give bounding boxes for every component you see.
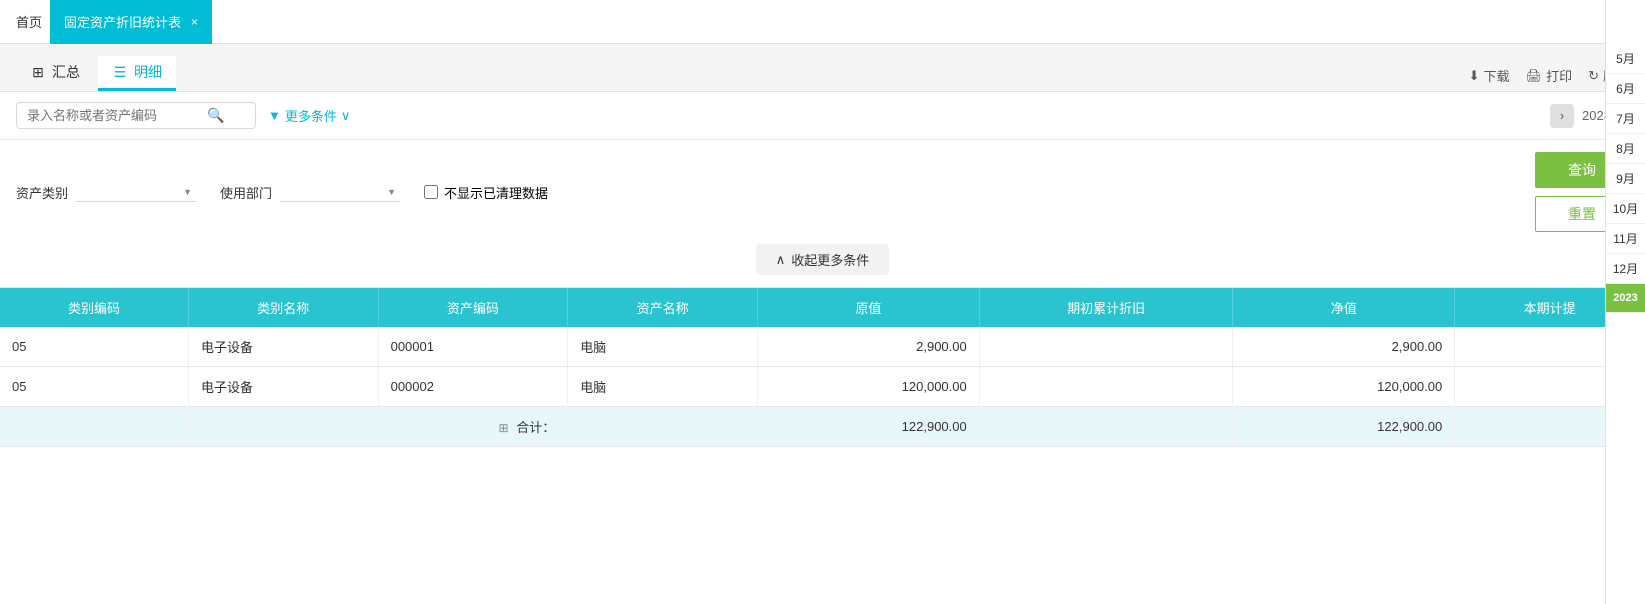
month-item-11[interactable]: 11月	[1606, 224, 1645, 254]
th-asset-name: 资产名称	[568, 288, 758, 327]
tab-label: 固定资产折旧统计表	[64, 12, 181, 31]
filter-panel: 资产类别 使用部门 不显示已清理数据	[0, 140, 1645, 288]
collapse-up-icon: ∧	[776, 252, 786, 268]
asset-type-select-wrap	[76, 182, 196, 202]
total-label-cell: ⊞ 合计：	[188, 407, 567, 447]
collapse-button[interactable]: ∧ 收起更多条件	[756, 244, 890, 275]
main-content: ⊞ 汇总 ☰ 明细 ⬇ 下载 🖨 打印 ↻ 刷新 🔍	[0, 44, 1645, 604]
hide-cleared-checkbox-group: 不显示已清理数据	[424, 183, 548, 202]
tab-summary[interactable]: ⊞ 汇总	[16, 56, 94, 91]
home-link[interactable]: 首页	[16, 12, 42, 31]
top-nav: 首页 固定资产折旧统计表 × ×	[0, 0, 1645, 44]
total-asset-name	[568, 407, 758, 447]
month-item-7[interactable]: 7月	[1606, 104, 1645, 134]
more-conditions-button[interactable]: ▼ 更多条件 ∨	[268, 106, 350, 125]
asset-type-select[interactable]	[76, 182, 196, 202]
month-item-5[interactable]: 5月	[1606, 44, 1645, 74]
total-accumulated	[979, 407, 1233, 447]
total-icon: ⊞	[499, 421, 509, 435]
department-label: 使用部门	[220, 183, 272, 202]
month-item-6[interactable]: 6月	[1606, 74, 1645, 104]
total-icon-cell	[0, 407, 188, 447]
sub-tabs: ⊞ 汇总 ☰ 明细 ⬇ 下载 🖨 打印 ↻ 刷新	[0, 44, 1645, 92]
cell-type-name: 电子设备	[188, 367, 378, 407]
tab-summary-label: 汇总	[52, 62, 80, 82]
th-accumulated: 期初累计折旧	[979, 288, 1233, 327]
th-original-value: 原值	[757, 288, 979, 327]
hide-cleared-label: 不显示已清理数据	[444, 183, 548, 202]
collapse-label: 收起更多条件	[791, 250, 869, 269]
cell-accumulated	[979, 367, 1233, 407]
cell-net-value: 2,900.00	[1233, 327, 1455, 367]
department-select[interactable]	[280, 182, 400, 202]
refresh-icon: ↻	[1588, 68, 1599, 84]
tab-detail[interactable]: ☰ 明细	[98, 56, 176, 91]
download-icon: ⬇	[1469, 68, 1480, 84]
year-badge[interactable]: 2023	[1606, 284, 1645, 313]
data-table: 类别编码 类别名称 资产编码 资产名称 原值 期初累计折旧 净值 本期计提 05…	[0, 288, 1645, 447]
tab-close-icon[interactable]: ×	[191, 15, 198, 29]
department-select-wrap	[280, 182, 400, 202]
cell-code: 05	[0, 327, 188, 367]
cell-asset-name: 电脑	[568, 367, 758, 407]
tab-detail-label: 明细	[134, 62, 162, 82]
print-button[interactable]: 🖨 打印	[1526, 66, 1573, 85]
cell-code: 05	[0, 367, 188, 407]
cell-accumulated	[979, 327, 1233, 367]
cell-net-value: 120,000.00	[1233, 367, 1455, 407]
filter-icon: ▼	[268, 108, 281, 123]
department-field: 使用部门	[220, 182, 400, 202]
month-list: 5月 6月 7月 8月 9月 10月 11月 12月 2023	[1606, 44, 1645, 604]
search-bar: 🔍 ▼ 更多条件 ∨ › 2023.01	[0, 92, 1645, 140]
chevron-down-icon: ∨	[341, 108, 351, 124]
filter-row: 资产类别 使用部门 不显示已清理数据	[16, 152, 1629, 232]
detail-icon: ☰	[112, 64, 128, 80]
total-original-value: 122,900.00	[757, 407, 979, 447]
total-net-value: 122,900.00	[1233, 407, 1455, 447]
cell-original-value: 2,900.00	[757, 327, 979, 367]
th-net-value: 净值	[1233, 288, 1455, 327]
hide-cleared-checkbox[interactable]	[424, 185, 438, 199]
cell-original-value: 120,000.00	[757, 367, 979, 407]
download-label: 下载	[1484, 66, 1510, 85]
month-item-8[interactable]: 8月	[1606, 134, 1645, 164]
table-row: 05 电子设备 000001 电脑 2,900.00 2,900.00	[0, 327, 1645, 367]
search-input[interactable]	[27, 108, 207, 123]
search-button[interactable]: 🔍	[207, 107, 224, 124]
right-panel: 5月 6月 7月 8月 9月 10月 11月 12月 2023	[1605, 0, 1645, 604]
th-asset-code: 资产编码	[378, 288, 568, 327]
search-input-wrap: 🔍	[16, 102, 256, 129]
table-header-row: 类别编码 类别名称 资产编码 资产名称 原值 期初累计折旧 净值 本期计提	[0, 288, 1645, 327]
nav-arrow-right[interactable]: ›	[1550, 104, 1574, 128]
collapse-row: ∧ 收起更多条件	[16, 244, 1629, 275]
print-label: 打印	[1546, 66, 1572, 85]
table-total-row: ⊞ 合计： 122,900.00 122,900.00	[0, 407, 1645, 447]
asset-type-label: 资产类别	[16, 183, 68, 202]
month-item-9[interactable]: 9月	[1606, 164, 1645, 194]
more-conditions-label: 更多条件	[285, 106, 337, 125]
th-category-code: 类别编码	[0, 288, 188, 327]
cell-asset-code: 000001	[378, 327, 568, 367]
cell-type-name: 电子设备	[188, 327, 378, 367]
print-icon: 🖨	[1526, 68, 1543, 84]
summary-icon: ⊞	[30, 64, 46, 80]
table-row: 05 电子设备 000002 电脑 120,000.00 120,000.00	[0, 367, 1645, 407]
th-category-name: 类别名称	[188, 288, 378, 327]
table-wrap: 类别编码 类别名称 资产编码 资产名称 原值 期初累计折旧 净值 本期计提 05…	[0, 288, 1645, 604]
active-tab[interactable]: 固定资产折旧统计表 ×	[50, 0, 212, 44]
month-item-12[interactable]: 12月	[1606, 254, 1645, 284]
cell-asset-name: 电脑	[568, 327, 758, 367]
asset-type-field: 资产类别	[16, 182, 196, 202]
cell-asset-code: 000002	[378, 367, 568, 407]
month-item-10[interactable]: 10月	[1606, 194, 1645, 224]
download-button[interactable]: ⬇ 下载	[1469, 66, 1510, 85]
total-label: 合计：	[516, 420, 555, 435]
